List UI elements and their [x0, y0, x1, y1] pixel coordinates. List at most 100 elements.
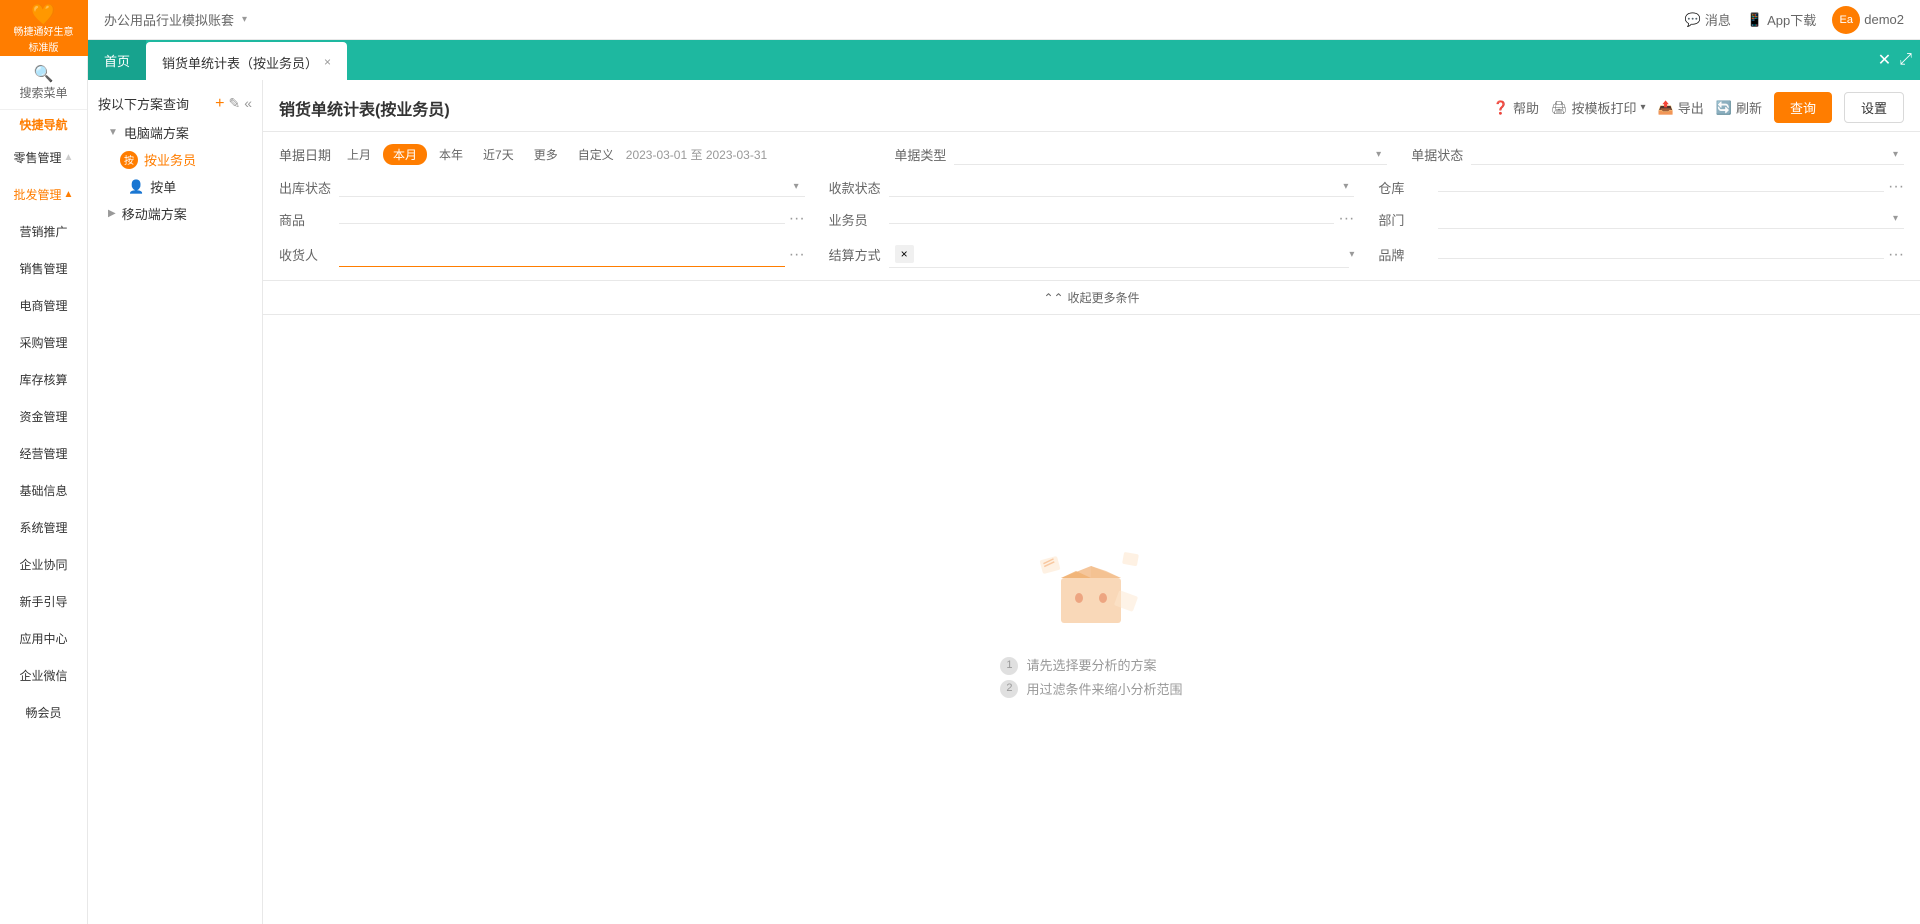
filter-product: 商品 ···	[279, 210, 805, 229]
payment-method-select[interactable]: ×	[889, 241, 1350, 268]
product-dots-btn[interactable]: ···	[789, 210, 805, 228]
left-panel-icons: + ✎ «	[215, 95, 252, 113]
empty-steps: 1 请先选择要分析的方案 2 用过滤条件来缩小分析范围	[1000, 654, 1182, 701]
warehouse-label: 仓库	[1378, 178, 1438, 197]
help-btn[interactable]: ❓ 帮助	[1493, 98, 1539, 117]
tree-item-by-order[interactable]: 👤 按单	[88, 173, 262, 200]
empty-svg	[1031, 538, 1151, 638]
print-dropdown-icon[interactable]: ▾	[1641, 102, 1646, 113]
sidebar-item-basic[interactable]: 基础信息	[0, 472, 87, 509]
payment-method-label: 结算方式	[829, 245, 889, 264]
settings-button[interactable]: 设置	[1844, 92, 1904, 123]
receipt-status-arrow-icon: ▾	[1343, 181, 1348, 192]
tab-home[interactable]: 首页	[88, 40, 146, 80]
sidebar-item-sales-label: 销售管理	[19, 262, 67, 276]
tab-close-icon[interactable]: ×	[324, 55, 331, 69]
date-label: 单据日期	[279, 145, 339, 164]
left-panel-title: 按以下方案查询	[98, 94, 189, 113]
left-panel-header: 按以下方案查询 + ✎ «	[88, 88, 262, 119]
search-menu[interactable]: 🔍 搜索菜单	[0, 56, 87, 110]
tab-sales-stat[interactable]: 销货单统计表（按业务员） ×	[146, 42, 347, 82]
sidebar-item-operations[interactable]: 经营管理	[0, 435, 87, 472]
order-status-select[interactable]: ▾	[1471, 145, 1904, 165]
tree-section-pc[interactable]: ▼ 电脑端方案	[88, 119, 262, 146]
date-btn-last-month[interactable]: 上月	[339, 144, 379, 165]
print-icon: 🖨	[1551, 100, 1568, 116]
order-status-arrow-icon: ▾	[1893, 149, 1898, 160]
refresh-btn[interactable]: 🔄 刷新	[1716, 98, 1762, 117]
sidebar-item-finance[interactable]: 资金管理	[0, 398, 87, 435]
product-input[interactable]	[339, 215, 785, 224]
sidebar-item-retail[interactable]: 零售管理 ▲	[0, 139, 87, 176]
help-icon: ❓	[1493, 100, 1509, 116]
sidebar-item-retail-label: 零售管理	[14, 149, 62, 166]
filter-order-status: 单据状态 ▾	[1411, 145, 1904, 165]
receiver-label: 收货人	[279, 245, 339, 264]
brand-dots-btn[interactable]: ···	[1888, 246, 1904, 264]
filter-receipt-status: 收款状态 ▾	[829, 177, 1355, 197]
tree-section-mobile[interactable]: ▶ 移动端方案	[88, 200, 262, 227]
sidebar-item-wholesale[interactable]: 批发管理 ▲	[0, 176, 87, 213]
sidebar-item-appstore-label: 应用中心	[19, 632, 67, 646]
print-btn[interactable]: 🖨 按模板打印 ▾	[1551, 98, 1646, 117]
salesperson-input[interactable]	[889, 215, 1335, 224]
user-menu[interactable]: Ea demo2	[1832, 6, 1904, 34]
filter-payment-method: 结算方式 × ▾	[829, 241, 1355, 268]
collapse-panel-btn[interactable]: «	[244, 95, 252, 113]
tree-item-by-salesperson[interactable]: 按 按业务员	[88, 146, 262, 173]
sidebar-item-purchase[interactable]: 采购管理	[0, 324, 87, 361]
payment-tag-close[interactable]: ×	[901, 247, 908, 261]
add-scheme-btn[interactable]: +	[215, 95, 224, 113]
date-buttons: 上月 本月 本年 近7天 更多 自定义	[339, 144, 622, 165]
page-actions: ❓ 帮助 🖨 按模板打印 ▾ 📤 导出 🔄 刷新	[1493, 92, 1904, 123]
sidebar-item-basic-label: 基础信息	[19, 484, 67, 498]
message-label: 消息	[1705, 10, 1731, 29]
out-status-select[interactable]: ▾	[339, 177, 805, 197]
date-btn-last7[interactable]: 近7天	[475, 144, 522, 165]
brand-input[interactable]	[1438, 250, 1884, 259]
warehouse-input[interactable]	[1438, 183, 1884, 192]
sidebar-item-marketing[interactable]: 营销推广	[0, 213, 87, 250]
sidebar-item-member[interactable]: 畅会员	[0, 694, 87, 731]
salesperson-label: 业务员	[829, 210, 889, 229]
tab-maximize-btn[interactable]: ⤢	[1899, 51, 1912, 69]
query-button[interactable]: 查询	[1774, 92, 1832, 123]
date-btn-this-year[interactable]: 本年	[431, 144, 471, 165]
collapse-button[interactable]: ⌃⌃ 收起更多条件	[1043, 289, 1139, 306]
print-label: 按模板打印	[1572, 98, 1637, 117]
order-type-select[interactable]: ▾	[954, 145, 1387, 165]
date-btn-this-month[interactable]: 本月	[383, 144, 427, 165]
sidebar-item-appstore[interactable]: 应用中心	[0, 620, 87, 657]
breadcrumb-dropdown-icon[interactable]: ▾	[242, 14, 247, 25]
sidebar-item-wechat[interactable]: 企业微信	[0, 657, 87, 694]
filter-row-4: 收货人 ··· 结算方式 × ▾ 品牌	[279, 241, 1904, 268]
date-btn-more[interactable]: 更多	[526, 144, 566, 165]
sidebar-item-cooperation[interactable]: 企业协同	[0, 546, 87, 583]
app-download-icon: 📱	[1747, 12, 1763, 28]
salesperson-dots-btn[interactable]: ···	[1338, 210, 1354, 228]
tree-item-order-label: 按单	[150, 177, 176, 196]
department-select[interactable]: ▾	[1438, 209, 1904, 229]
sidebar-item-sales[interactable]: 销售管理	[0, 250, 87, 287]
receiver-input[interactable]	[339, 243, 785, 267]
refresh-label: 刷新	[1736, 98, 1762, 117]
export-btn[interactable]: 📤 导出	[1658, 98, 1704, 117]
receipt-status-select[interactable]: ▾	[889, 177, 1355, 197]
breadcrumb: 办公用品行业模拟账套	[104, 10, 234, 29]
tab-close-window-btn[interactable]: ✕	[1878, 50, 1891, 70]
sidebar-item-newbie[interactable]: 新手引导	[0, 583, 87, 620]
step1-text: 请先选择要分析的方案	[1026, 654, 1156, 677]
order-status-label: 单据状态	[1411, 145, 1471, 164]
sidebar-item-ecommerce[interactable]: 电商管理	[0, 287, 87, 324]
refresh-icon: 🔄	[1716, 100, 1732, 116]
message-icon: 💬	[1685, 12, 1701, 28]
receiver-dots-btn[interactable]: ···	[789, 246, 805, 264]
edit-scheme-btn[interactable]: ✎	[228, 95, 240, 113]
app-download-btn[interactable]: 📱 App下载	[1747, 10, 1816, 29]
filter-receiver: 收货人 ···	[279, 243, 805, 267]
warehouse-dots-btn[interactable]: ···	[1888, 178, 1904, 196]
sidebar-item-inventory[interactable]: 库存核算	[0, 361, 87, 398]
message-btn[interactable]: 💬 消息	[1685, 10, 1731, 29]
sidebar-item-system[interactable]: 系统管理	[0, 509, 87, 546]
date-btn-custom[interactable]: 自定义	[570, 144, 622, 165]
